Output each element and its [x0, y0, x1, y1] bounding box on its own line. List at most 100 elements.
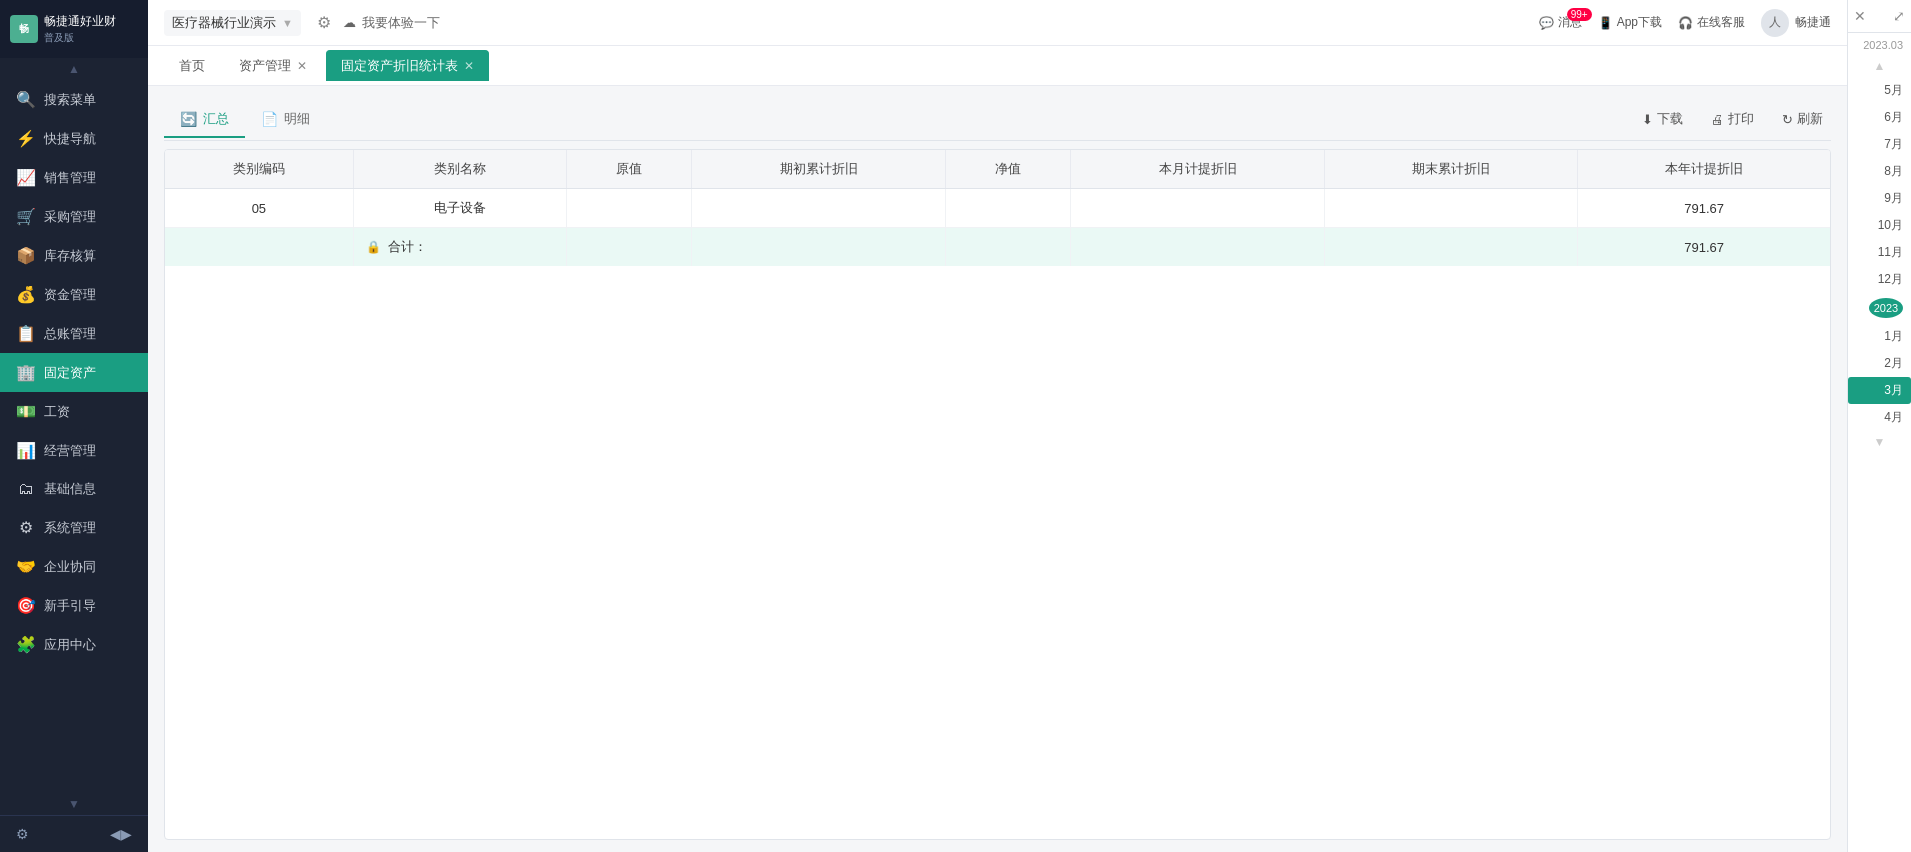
collapse-icon[interactable]: ◀▶: [110, 826, 132, 842]
sidebar-item-newbie[interactable]: 🎯 新手引导: [0, 586, 148, 625]
tab-deprreport-close[interactable]: ✕: [464, 59, 474, 73]
basicinfo-icon: 🗂: [16, 480, 36, 498]
tab-assetmgmt-close[interactable]: ✕: [297, 59, 307, 73]
date-item-11[interactable]: 11月: [1848, 239, 1911, 266]
total-icon: 🔒: [366, 240, 381, 254]
content-area: 🔄 汇总 📄 明细 ⬇ 下载 🖨 打印 ↻ 刷新: [148, 86, 1847, 852]
user-menu[interactable]: 人 畅捷通: [1761, 9, 1831, 37]
company-dropdown-arrow: ▼: [282, 17, 293, 29]
cell-accum-end: [1324, 189, 1577, 228]
col-net: 净值: [945, 150, 1070, 189]
cell-net: [945, 189, 1070, 228]
sub-tab-detail[interactable]: 📄 明细: [245, 102, 326, 138]
payroll-icon: 💵: [16, 402, 36, 421]
topbar-right: 💬 消息 99+ 📱 App下载 🎧 在线客服 人 畅捷通: [1539, 9, 1831, 37]
sidebar-item-payroll[interactable]: 💵 工资: [0, 392, 148, 431]
online-service-btn[interactable]: 🎧 在线客服: [1678, 14, 1745, 31]
refresh-btn[interactable]: ↻ 刷新: [1774, 106, 1831, 132]
sidebar-item-search[interactable]: 🔍 搜索菜单: [0, 80, 148, 119]
date-year-label: 2023.03: [1848, 33, 1911, 55]
print-btn[interactable]: 🖨 打印: [1703, 106, 1762, 132]
sub-tab-summary[interactable]: 🔄 汇总: [164, 102, 245, 138]
search-icon: 🔍: [16, 90, 36, 109]
sidebar-item-finance[interactable]: 💰 资金管理: [0, 275, 148, 314]
date-nav-up[interactable]: ▲: [1848, 55, 1911, 77]
avatar: 人: [1761, 9, 1789, 37]
sidebar: 畅 畅捷通好业财 普及版 ▲ 🔍 搜索菜单 ⚡ 快捷导航 📈 销售管理 🛒 采购…: [0, 0, 148, 852]
newbie-icon: 🎯: [16, 596, 36, 615]
date-item-7[interactable]: 7月: [1848, 131, 1911, 158]
cell-accum-start: [692, 189, 945, 228]
date-item-10[interactable]: 10月: [1848, 212, 1911, 239]
sidebar-item-appcenter[interactable]: 🧩 应用中心: [0, 625, 148, 664]
tab-assetmgmt[interactable]: 资产管理 ✕: [224, 50, 322, 81]
date-item-3[interactable]: 3月: [1848, 377, 1911, 404]
year-circle: 2023: [1869, 298, 1903, 318]
total-annual-depr: 791.67: [1578, 228, 1830, 267]
total-row: 🔒 合计： 791.67: [165, 228, 1830, 267]
total-label: 🔒 合计：: [353, 228, 566, 267]
app-download-btn[interactable]: 📱 App下载: [1598, 14, 1662, 31]
sidebar-item-inventory[interactable]: 📦 库存核算: [0, 236, 148, 275]
col-annual-depr: 本年计提折旧: [1578, 150, 1830, 189]
sidebar-nav: 🔍 搜索菜单 ⚡ 快捷导航 📈 销售管理 🛒 采购管理 📦 库存核算 💰 资金管…: [0, 80, 148, 793]
tab-deprreport-label: 固定资产折旧统计表: [341, 57, 458, 75]
sidebar-item-quicknav[interactable]: ⚡ 快捷导航: [0, 119, 148, 158]
messages-btn[interactable]: 💬 消息 99+: [1539, 14, 1582, 31]
tab-home-label: 首页: [179, 57, 205, 75]
sales-icon: 📈: [16, 168, 36, 187]
date-nav-down[interactable]: ▼: [1848, 431, 1911, 453]
logo-icon: 畅: [10, 15, 38, 43]
date-item-2[interactable]: 2月: [1848, 350, 1911, 377]
sidebar-footer: ⚙ ◀▶: [0, 815, 148, 852]
company-selector[interactable]: 医疗器械行业演示 ▼: [164, 10, 301, 36]
cell-monthly-depr: [1071, 189, 1324, 228]
sidebar-item-sysmanage[interactable]: ⚙ 系统管理: [0, 508, 148, 547]
topbar-gear-icon[interactable]: ⚙: [317, 13, 331, 32]
sidebar-item-operations[interactable]: 📊 经营管理: [0, 431, 148, 470]
date-item-5[interactable]: 5月: [1848, 77, 1911, 104]
refresh-btn-icon: ↻: [1782, 112, 1793, 127]
side-panel-expand-icon[interactable]: ⤢: [1893, 8, 1905, 24]
inventory-icon: 📦: [16, 246, 36, 265]
tab-home[interactable]: 首页: [164, 50, 220, 81]
purchase-icon: 🛒: [16, 207, 36, 226]
app-version: 普及版: [44, 31, 116, 45]
year-badge[interactable]: 2023: [1848, 293, 1911, 323]
col-name: 类别名称: [353, 150, 566, 189]
logo-text: 畅捷通好业财: [44, 13, 116, 30]
side-panel-close-icon[interactable]: ✕: [1854, 8, 1866, 24]
sidebar-item-ledger[interactable]: 📋 总账管理: [0, 314, 148, 353]
summary-tab-icon: 🔄: [180, 111, 197, 127]
experience-icon: ☁: [343, 15, 356, 30]
topbar: 医疗器械行业演示 ▼ ⚙ ☁ 我要体验一下 💬 消息 99+ 📱 App下载 🎧…: [148, 0, 1847, 46]
sidebar-item-sales[interactable]: 📈 销售管理: [0, 158, 148, 197]
date-item-6[interactable]: 6月: [1848, 104, 1911, 131]
ledger-icon: 📋: [16, 324, 36, 343]
sidebar-item-purchase[interactable]: 🛒 采购管理: [0, 197, 148, 236]
table-row: 05 电子设备 791.67: [165, 189, 1830, 228]
experience-btn[interactable]: ☁ 我要体验一下: [343, 14, 440, 32]
message-icon: 💬: [1539, 16, 1554, 30]
date-item-8[interactable]: 8月: [1848, 158, 1911, 185]
side-panel-header: ✕ ⤢: [1848, 0, 1911, 33]
table-header-row: 类别编码 类别名称 原值 期初累计折旧 净值 本月计提折旧 期末累计折旧 本年计…: [165, 150, 1830, 189]
date-item-4[interactable]: 4月: [1848, 404, 1911, 431]
settings-icon[interactable]: ⚙: [16, 826, 29, 842]
date-item-12[interactable]: 12月: [1848, 266, 1911, 293]
col-original: 原值: [566, 150, 691, 189]
tab-deprreport[interactable]: 固定资产折旧统计表 ✕: [326, 50, 489, 81]
finance-icon: 💰: [16, 285, 36, 304]
cell-annual-depr: 791.67: [1578, 189, 1830, 228]
download-btn[interactable]: ⬇ 下载: [1634, 106, 1691, 132]
sidebar-item-fixedassets[interactable]: 🏢 固定资产: [0, 353, 148, 392]
date-item-1[interactable]: 1月: [1848, 323, 1911, 350]
service-icon: 🎧: [1678, 16, 1693, 30]
date-item-9[interactable]: 9月: [1848, 185, 1911, 212]
sidebar-item-collab[interactable]: 🤝 企业协同: [0, 547, 148, 586]
col-code: 类别编码: [165, 150, 353, 189]
sidebar-item-basicinfo[interactable]: 🗂 基础信息: [0, 470, 148, 508]
appcenter-icon: 🧩: [16, 635, 36, 654]
operations-icon: 📊: [16, 441, 36, 460]
cell-name: 电子设备: [353, 189, 566, 228]
